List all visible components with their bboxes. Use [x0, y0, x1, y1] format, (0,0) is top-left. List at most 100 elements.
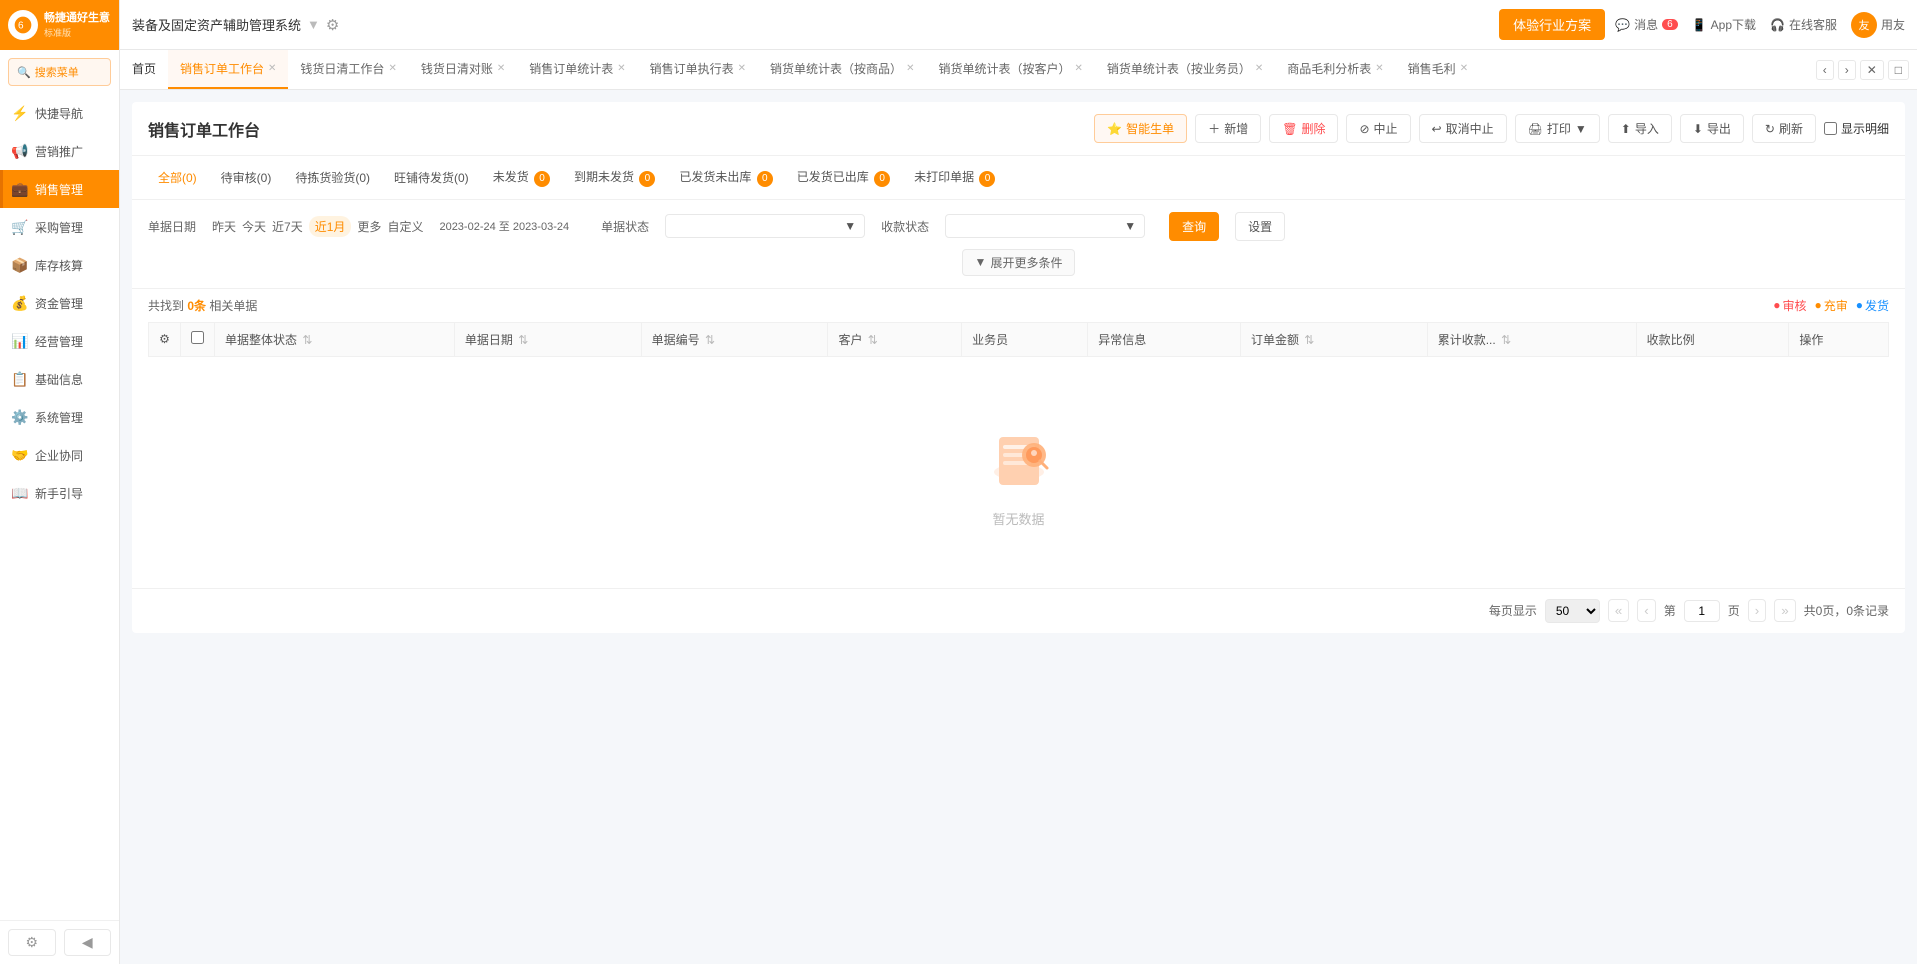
filter-tab-all[interactable]: 全部(0)	[148, 165, 207, 190]
date-opt-today[interactable]: 今天	[242, 218, 266, 235]
tab-close-sales-workbench[interactable]: ✕	[268, 63, 276, 74]
sidebar-bottom: ⚙ ◀	[0, 920, 119, 964]
pause-button[interactable]: ⊘ 中止	[1346, 114, 1410, 143]
quick-review-action[interactable]: ● 审核	[1773, 297, 1806, 314]
tab-close-summary-product[interactable]: ✕	[906, 63, 914, 74]
tab-close-margin-analysis[interactable]: ✕	[1375, 63, 1383, 74]
prev-page-btn[interactable]: ‹	[1637, 599, 1655, 622]
quick-cancel-review-action[interactable]: ● 充审	[1814, 297, 1847, 314]
query-button[interactable]: 查询	[1169, 212, 1219, 241]
date-opt-7days[interactable]: 近7天	[272, 218, 303, 235]
tab-nav-prev[interactable]: ‹	[1816, 60, 1834, 80]
next-page-btn[interactable]: ›	[1748, 599, 1766, 622]
tab-close-cash-daily[interactable]: ✕	[388, 63, 396, 74]
solution-button[interactable]: 体验行业方案	[1499, 9, 1605, 40]
last-page-btn[interactable]: »	[1774, 599, 1795, 622]
collapse-button[interactable]: ◀	[64, 929, 112, 956]
tab-expand[interactable]: □	[1888, 60, 1909, 80]
tab-close-cash-reconcile[interactable]: ✕	[497, 63, 505, 74]
sidebar-item-quick-nav[interactable]: ⚡ 快捷导航	[0, 94, 119, 132]
filter-tab-not-shipped[interactable]: 未发货 0	[483, 164, 560, 191]
date-opt-more[interactable]: 更多	[357, 218, 381, 235]
tab-close-sales-exec[interactable]: ✕	[738, 63, 746, 74]
export-button[interactable]: ⬇ 导出	[1680, 114, 1744, 143]
tab-close-summary-staff[interactable]: ✕	[1255, 63, 1263, 74]
sidebar-item-inventory[interactable]: 📦 库存核算	[0, 246, 119, 284]
search-menu-button[interactable]: 🔍 搜索菜单	[8, 58, 111, 86]
tab-close-all[interactable]: ✕	[1860, 60, 1884, 80]
app-download-action[interactable]: 📱 App下载	[1692, 16, 1756, 33]
refresh-button[interactable]: ↻ 刷新	[1752, 114, 1816, 143]
filter-tab-pending-inspect[interactable]: 待拣货验货(0)	[285, 165, 380, 190]
online-service-action[interactable]: 🎧 在线客服	[1770, 16, 1837, 33]
mobile-icon: 📱	[1692, 18, 1707, 32]
tab-cash-daily[interactable]: 钱货日清工作台 ✕	[288, 50, 408, 89]
settings-icon[interactable]: ⚙	[326, 16, 339, 34]
shipped-out-badge: 0	[874, 171, 890, 187]
tab-sales-summary-product[interactable]: 销货单统计表（按商品） ✕	[758, 50, 926, 89]
show-detail-label[interactable]: 显示明细	[1824, 120, 1889, 137]
first-page-btn[interactable]: «	[1608, 599, 1629, 622]
tab-sales-summary-staff[interactable]: 销货单统计表（按业务员） ✕	[1095, 50, 1275, 89]
sidebar-item-marketing[interactable]: 📢 营销推广	[0, 132, 119, 170]
message-action[interactable]: 💬 消息 6	[1615, 16, 1678, 33]
filter-tab-unprinted[interactable]: 未打印单据 0	[904, 164, 1005, 191]
sort-number-icon[interactable]: ⇅	[705, 333, 715, 347]
col-customer: 客户 ⇅	[828, 322, 962, 356]
filter-tab-wangpu-ship[interactable]: 旺铺待发货(0)	[384, 165, 479, 190]
sidebar-item-purchase[interactable]: 🛒 采购管理	[0, 208, 119, 246]
settings-button[interactable]: ⚙	[8, 929, 56, 956]
filter-tab-shipped-not-out[interactable]: 已发货未出库 0	[669, 164, 782, 191]
tab-margin-analysis[interactable]: 商品毛利分析表 ✕	[1275, 50, 1395, 89]
tab-nav-next[interactable]: ›	[1838, 60, 1856, 80]
quick-ship-action[interactable]: ● 发货	[1856, 297, 1889, 314]
tab-cash-reconcile[interactable]: 钱货日清对账 ✕	[409, 50, 517, 89]
empty-state: 暂无数据	[149, 357, 1889, 588]
filter-tab-shipped-out[interactable]: 已发货已出库 0	[787, 164, 900, 191]
filter-tab-expired-unship[interactable]: 到期未发货 0	[564, 164, 665, 191]
sort-cumulative-icon[interactable]: ⇅	[1501, 333, 1511, 347]
smart-create-button[interactable]: ⭐ 智能生单	[1094, 114, 1187, 143]
cancel-pause-button[interactable]: ↩ 取消中止	[1419, 114, 1507, 143]
tab-home[interactable]: 首页	[120, 50, 168, 89]
sidebar-item-system[interactable]: ⚙️ 系统管理	[0, 398, 119, 436]
sort-status-icon[interactable]: ⇅	[302, 333, 312, 347]
tab-sales-summary-customer[interactable]: 销货单统计表（按客户） ✕	[926, 50, 1094, 89]
tab-close-sales-gross[interactable]: ✕	[1460, 63, 1468, 74]
page-input[interactable]	[1684, 600, 1720, 622]
tab-sales-stats[interactable]: 销售订单统计表 ✕	[517, 50, 637, 89]
date-opt-yesterday[interactable]: 昨天	[212, 218, 236, 235]
delete-button[interactable]: 🗑 删除	[1269, 114, 1338, 143]
tab-close-sales-stats[interactable]: ✕	[617, 63, 625, 74]
sort-date-icon[interactable]: ⇅	[518, 333, 528, 347]
sidebar-item-operations[interactable]: 📊 经营管理	[0, 322, 119, 360]
sidebar-item-finance[interactable]: 💰 资金管理	[0, 284, 119, 322]
sidebar-item-sales[interactable]: 💼 销售管理	[0, 170, 119, 208]
date-opt-1month[interactable]: 近1月	[309, 216, 352, 237]
col-settings[interactable]: ⚙	[149, 322, 181, 356]
sort-customer-icon[interactable]: ⇅	[868, 333, 878, 347]
add-button[interactable]: ＋ 新增	[1195, 114, 1261, 143]
sort-amount-icon[interactable]: ⇅	[1304, 333, 1314, 347]
import-button[interactable]: ⬆ 导入	[1608, 114, 1672, 143]
settings-filter-button[interactable]: 设置	[1235, 212, 1285, 241]
tab-close-summary-customer[interactable]: ✕	[1074, 63, 1082, 74]
expand-conditions-button[interactable]: ▼ 展开更多条件	[962, 249, 1076, 276]
sidebar-item-cooperation[interactable]: 🤝 企业协同	[0, 436, 119, 474]
filter-tab-pending-review[interactable]: 待审核(0)	[211, 165, 282, 190]
tab-sales-workbench[interactable]: 销售订单工作台 ✕	[168, 50, 288, 89]
tab-sales-gross[interactable]: 销售毛利 ✕	[1396, 50, 1480, 89]
plus-icon: ＋	[1208, 120, 1220, 137]
user-action[interactable]: 友 用友	[1851, 12, 1905, 38]
col-status: 单据整体状态 ⇅	[215, 322, 455, 356]
sidebar-item-guide[interactable]: 📖 新手引导	[0, 474, 119, 512]
print-button[interactable]: 🖨 打印 ▼	[1515, 114, 1600, 143]
page-size-select[interactable]: 20 50 100	[1545, 599, 1600, 623]
select-all-checkbox[interactable]	[191, 331, 204, 344]
payment-filter-select[interactable]: ▼	[945, 214, 1145, 238]
sidebar-item-basic-info[interactable]: 📋 基础信息	[0, 360, 119, 398]
date-opt-custom[interactable]: 自定义	[387, 218, 423, 235]
show-detail-checkbox[interactable]	[1824, 122, 1837, 135]
status-filter-select[interactable]: ▼	[665, 214, 865, 238]
tab-sales-exec[interactable]: 销售订单执行表 ✕	[638, 50, 758, 89]
